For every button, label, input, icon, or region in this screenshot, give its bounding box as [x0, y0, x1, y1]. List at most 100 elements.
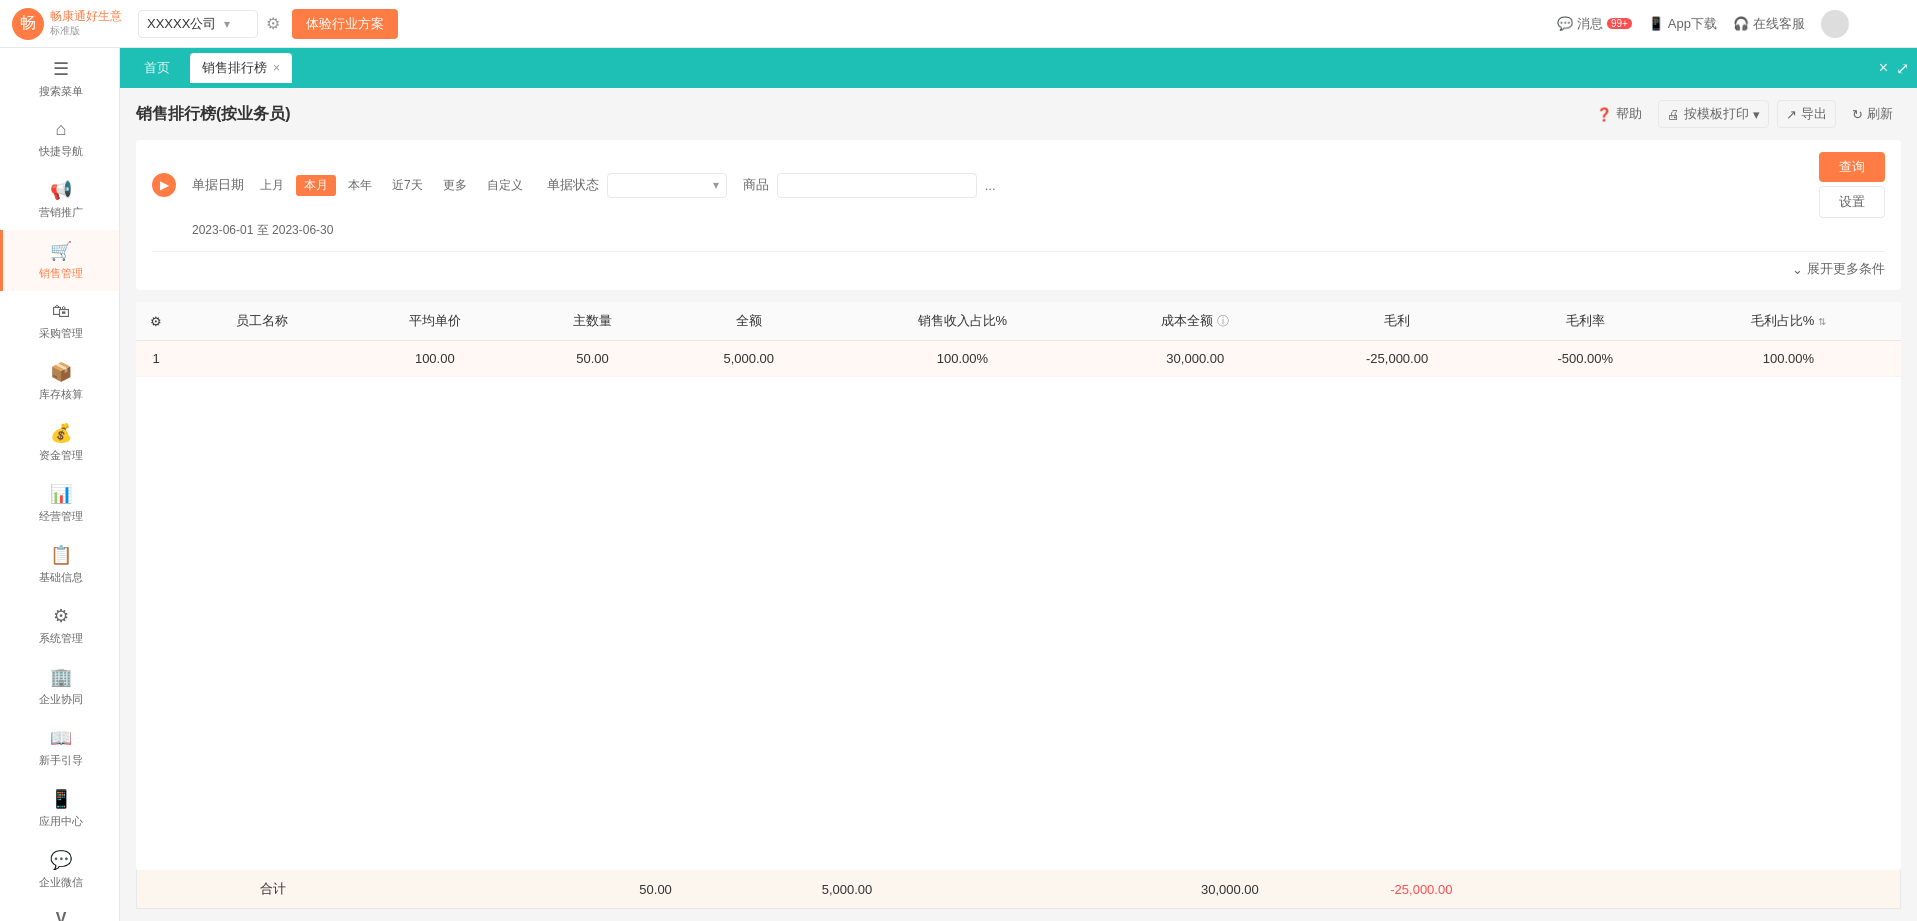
sidebar-label-wechat: 企业微信 [39, 875, 83, 890]
tab-home[interactable]: 首页 [128, 48, 186, 88]
sidebar-label-operations: 经营管理 [39, 509, 83, 524]
refresh-button[interactable]: ↻ 刷新 [1844, 101, 1901, 127]
table-container: ⚙ 员工名称 平均单价 主数量 全额 销售收入占比% 成本全额 ⓘ [136, 302, 1901, 870]
status-select[interactable] [607, 173, 727, 198]
search-button[interactable]: 查询 [1819, 152, 1885, 182]
col-settings[interactable]: ⚙ [136, 302, 176, 341]
goods-filter: 商品 ... [743, 173, 996, 198]
avatar[interactable] [1821, 10, 1849, 38]
trial-button[interactable]: 体验行业方案 [292, 9, 398, 39]
total-profit: -25,000.00 [1326, 882, 1517, 897]
tab-label: 销售排行榜 [202, 59, 267, 77]
cost-help-icon[interactable]: ⓘ [1217, 314, 1229, 328]
tab-sales-rank[interactable]: 销售排行榜 × [190, 53, 292, 83]
expand-button[interactable]: ⌄ 展开更多条件 [1792, 260, 1885, 278]
message-item[interactable]: 💬 消息 99+ [1557, 15, 1632, 33]
app-center-icon: 📱 [50, 788, 72, 810]
col-profit-rate: 毛利率 [1495, 302, 1676, 341]
status-label: 单据状态 [547, 176, 599, 194]
company-name: XXXXX公司 [147, 15, 216, 33]
export-icon: ↗ [1786, 107, 1797, 122]
filter-toggle-arrow[interactable]: ▶ [152, 173, 176, 197]
date-tab-more[interactable]: 更多 [435, 175, 475, 196]
cell-sales-pct: 100.00% [833, 341, 1091, 377]
profit-pct-sort-icon[interactable]: ⇅ [1818, 316, 1826, 327]
sidebar-item-wechat[interactable]: 💬 企业微信 [0, 839, 119, 900]
filter-bar: ▶ 单据日期 上月 本月 本年 近7天 更多 自定义 [136, 140, 1901, 290]
wechat-icon: 💬 [50, 849, 72, 871]
sidebar: ☰ 搜索菜单 ⌂ 快捷导航 📢 营销推广 🛒 销售管理 🛍 采购管理 📦 库 [0, 48, 120, 921]
question-icon: ❓ [1596, 107, 1612, 122]
date-tab-this-year[interactable]: 本年 [340, 175, 380, 196]
goods-label: 商品 [743, 176, 769, 194]
goods-input[interactable] [777, 173, 977, 198]
cell-avg-price: 100.00 [349, 341, 522, 377]
sidebar-label-search: 搜索菜单 [39, 84, 83, 99]
sidebar-label-guide: 新手引导 [39, 753, 83, 768]
sidebar-item-enterprise[interactable]: 🏢 企业协同 [0, 656, 119, 717]
tab-bar: 首页 销售排行榜 × × ⤢ [120, 48, 1917, 88]
date-tab-custom[interactable]: 自定义 [479, 175, 531, 196]
date-filter: 单据日期 上月 本月 本年 近7天 更多 自定义 [192, 175, 531, 196]
col-cost: 成本全额 ⓘ [1091, 302, 1299, 341]
sidebar-label-enterprise: 企业协同 [39, 692, 83, 707]
chevron-down-icon: ▾ [224, 17, 230, 31]
sidebar-item-search-order[interactable]: ☰ 搜索菜单 [0, 48, 119, 109]
setting-button[interactable]: 设置 [1819, 186, 1885, 218]
sidebar-item-guide[interactable]: 📖 新手引导 [0, 717, 119, 778]
tab-close-icon[interactable]: × [273, 61, 280, 75]
tab-expand-icon[interactable]: ⤢ [1896, 59, 1909, 78]
cell-profit: -25,000.00 [1299, 341, 1495, 377]
top-right: 💬 消息 99+ 📱 App下载 🎧 在线客服 [1557, 10, 1905, 38]
sidebar-item-sales[interactable]: 🛒 销售管理 [0, 230, 119, 291]
sidebar-item-app-center[interactable]: 📱 应用中心 [0, 778, 119, 839]
total-cost: 30,000.00 [1134, 882, 1325, 897]
total-row: 合计 50.00 5,000.00 30,000.00 -25,000.00 [136, 870, 1901, 909]
tab-minimize-icon[interactable]: × [1879, 59, 1888, 78]
message-icon: 💬 [1557, 16, 1573, 31]
export-button[interactable]: ↗ 导出 [1777, 100, 1836, 128]
logo-icon: 畅 [12, 8, 44, 40]
sidebar-item-basics[interactable]: 📋 基础信息 [0, 534, 119, 595]
more-filter-btn[interactable]: ... [985, 178, 996, 193]
sidebar-item-system[interactable]: ⚙ 系统管理 [0, 595, 119, 656]
sidebar-item-inventory[interactable]: 📦 库存核算 [0, 351, 119, 412]
print-button[interactable]: 🖨 按模板打印 ▾ [1658, 100, 1769, 128]
filter-actions: 查询 设置 [1819, 152, 1885, 218]
sidebar-item-quick-nav[interactable]: ⌂ 快捷导航 [0, 109, 119, 169]
app-download-item[interactable]: 📱 App下载 [1648, 15, 1717, 33]
finance-icon: 💰 [50, 422, 72, 444]
help-button[interactable]: ❓ 帮助 [1588, 101, 1650, 127]
logo-area: 畅 畅康通好生意 标准版 [12, 8, 122, 40]
sidebar-item-purchase[interactable]: 🛍 采购管理 [0, 291, 119, 351]
col-profit-pct: 毛利占比% ⇅ [1676, 302, 1901, 341]
marketing-icon: 📢 [50, 179, 72, 201]
sidebar-item-member[interactable]: V 畅会员 [0, 900, 119, 921]
system-icon: ⚙ [53, 605, 69, 627]
settings-icon[interactable]: ⚙ [266, 14, 280, 33]
date-tab-7days[interactable]: 近7天 [384, 175, 431, 196]
date-tab-last-month[interactable]: 上月 [252, 175, 292, 196]
total-label: 合计 [177, 880, 368, 898]
total-main-qty: 50.00 [560, 882, 751, 897]
service-item[interactable]: 🎧 在线客服 [1733, 15, 1805, 33]
date-tab-this-month[interactable]: 本月 [296, 175, 336, 196]
col-profit: 毛利 [1299, 302, 1495, 341]
cell-profit-pct: 100.00% [1676, 341, 1901, 377]
sidebar-item-finance[interactable]: 💰 资金管理 [0, 412, 119, 473]
sidebar-label-basics: 基础信息 [39, 570, 83, 585]
sidebar-label-sales: 销售管理 [39, 266, 83, 281]
company-selector[interactable]: XXXXX公司 ▾ [138, 10, 258, 38]
guide-icon: 📖 [50, 727, 72, 749]
expand-label: 展开更多条件 [1807, 260, 1885, 278]
date-label: 单据日期 [192, 176, 244, 194]
sidebar-item-operations[interactable]: 📊 经营管理 [0, 473, 119, 534]
cell-profit-rate: -500.00% [1495, 341, 1676, 377]
basics-icon: 📋 [50, 544, 72, 566]
cell-cost: 30,000.00 [1091, 341, 1299, 377]
sidebar-label-inventory: 库存核算 [39, 387, 83, 402]
content-area: 首页 销售排行榜 × × ⤢ 销售排行榜(按业务员) ❓ [120, 48, 1917, 921]
sidebar-item-marketing[interactable]: 📢 营销推广 [0, 169, 119, 230]
total-amount: 5,000.00 [751, 882, 942, 897]
app-icon: 📱 [1648, 16, 1664, 31]
